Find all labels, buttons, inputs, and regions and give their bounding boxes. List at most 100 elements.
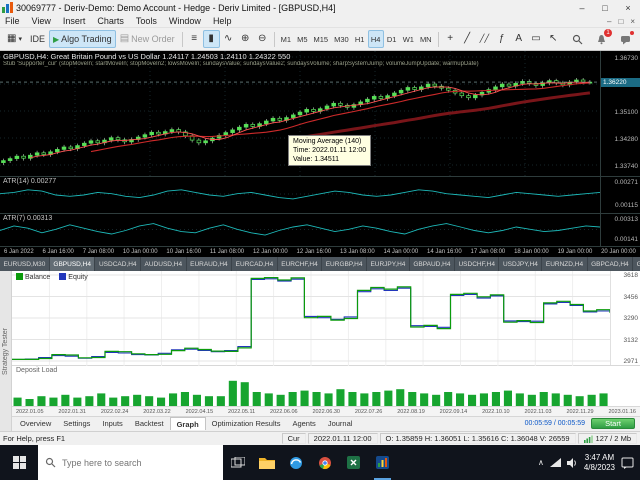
price-axis[interactable]: 1.367301.359101.351001.342801.33740 0.00… <box>600 51 640 246</box>
atr14-indicator-chart[interactable] <box>0 177 600 211</box>
tester-tab-journal[interactable]: Journal <box>322 417 359 430</box>
deposit-load-row[interactable]: Deposit Load <box>12 366 640 407</box>
tester-tab-settings[interactable]: Settings <box>57 417 96 430</box>
chart-minimize-button[interactable]: – <box>607 17 611 26</box>
tester-side-tab[interactable]: Strategy Tester <box>0 271 12 431</box>
tester-tab-backtest[interactable]: Backtest <box>129 417 170 430</box>
taskbar-search[interactable] <box>38 445 223 480</box>
volume-icon[interactable] <box>566 457 578 468</box>
bar-chart-type-button[interactable]: ≡ <box>186 30 203 48</box>
taskbar-icon-file-explorer[interactable] <box>252 445 281 480</box>
timeframe-d1[interactable]: D1 <box>384 30 400 48</box>
legend-swatch <box>59 273 67 280</box>
chart-area[interactable]: GBPUSD,H4: Great Britain Pound vs US Dol… <box>0 51 640 257</box>
shapes-button[interactable]: ▭ <box>527 30 544 48</box>
zoom-in-button[interactable]: ⊕ <box>237 30 254 48</box>
symbol-tab-eurjpy-h4[interactable]: EURJPY,H4 <box>367 257 410 271</box>
timeframe-m5[interactable]: M5 <box>294 30 310 48</box>
taskbar-clock[interactable]: 3:47 AM 4/8/2023 <box>584 453 615 473</box>
crosshair-button[interactable]: + <box>442 30 459 48</box>
tray-chevron-up-icon[interactable]: ∧ <box>538 458 544 467</box>
chevron-down-icon: ▾ <box>18 35 22 43</box>
menu-charts[interactable]: Charts <box>97 16 124 26</box>
fibonacci-button[interactable]: ƒ <box>493 30 510 48</box>
trendline-button[interactable]: ╱ <box>459 30 476 48</box>
timeframe-m15[interactable]: M15 <box>311 30 332 48</box>
minimize-button[interactable]: – <box>572 1 592 14</box>
menu-window[interactable]: Window <box>169 16 201 26</box>
symbol-tab-audusd-h4[interactable]: AUDUSD,H4 <box>141 257 187 271</box>
chart-restore-button[interactable]: □ <box>618 17 623 26</box>
tester-date-label: 2022.02.24 <box>100 408 129 415</box>
symbol-tab-usdjpy-h4[interactable]: USDJPY,H4 <box>499 257 543 271</box>
start-button[interactable]: Start <box>591 418 635 429</box>
search-button[interactable] <box>565 30 589 48</box>
symbol-tab-gbpaud-h4[interactable]: GBPAUD,H4 <box>410 257 455 271</box>
tester-graph-row[interactable]: Balance Equity 3618 3456 3290 3132 2971 <box>12 271 640 366</box>
menu-help[interactable]: Help <box>213 16 232 26</box>
tester-tab-graph[interactable]: Graph <box>169 417 206 430</box>
taskbar-icon-excel[interactable] <box>339 445 368 480</box>
tester-tab-agents[interactable]: Agents <box>286 417 321 430</box>
timeframe-m1[interactable]: M1 <box>278 30 294 48</box>
new-order-button[interactable]: ▤ New Order <box>116 30 179 48</box>
tester-tab-inputs[interactable]: Inputs <box>96 417 128 430</box>
line-chart-type-button[interactable]: ∿ <box>220 30 237 48</box>
algo-trading-button[interactable]: ▶ Algo Trading <box>48 30 116 48</box>
candle-chart-icon: ▮ <box>208 33 214 44</box>
symbol-tab-gbpcad-h4[interactable]: GBPCAD,H4 <box>588 257 634 271</box>
menu-file[interactable]: File <box>5 16 20 26</box>
maximize-button[interactable]: □ <box>595 1 615 14</box>
close-button[interactable]: × <box>618 1 638 14</box>
time-axis-label: 18 Jan 00:00 <box>514 249 549 255</box>
text-tool-button[interactable]: A <box>510 30 527 48</box>
tester-date-label: 2022.09.14 <box>439 408 468 415</box>
tester-tab-optimization-results[interactable]: Optimization Results <box>206 417 287 430</box>
timeframe-w1[interactable]: W1 <box>400 30 417 48</box>
status-field: Cur <box>281 433 306 444</box>
network-icon[interactable] <box>549 458 561 467</box>
atr7-indicator-chart[interactable] <box>0 214 600 245</box>
task-view-button[interactable] <box>223 445 252 480</box>
start-menu-button[interactable] <box>0 445 38 480</box>
symbol-tab-gbpchf-h4[interactable]: GBPCHF,H4 <box>633 257 640 271</box>
menu-tools[interactable]: Tools <box>136 16 157 26</box>
notifications-button[interactable]: 1 <box>589 29 613 48</box>
zoom-out-button[interactable]: ⊖ <box>254 30 271 48</box>
symbol-tab-eurgbp-h4[interactable]: EURGBP,H4 <box>322 257 367 271</box>
symbol-tab-euraud-h4[interactable]: EURAUD,H4 <box>187 257 233 271</box>
tester-tab-overview[interactable]: Overview <box>14 417 57 430</box>
arrows-button[interactable]: ↖ <box>545 30 562 48</box>
tester-date-label: 2022.04.15 <box>185 408 214 415</box>
symbol-tab-eurnzd-h4[interactable]: EURNZD,H4 <box>542 257 588 271</box>
symbol-tab-usdchf-h4[interactable]: USDCHF,H4 <box>455 257 500 271</box>
timeframe-mn[interactable]: MN <box>417 30 435 48</box>
menu-view[interactable]: View <box>32 16 51 26</box>
timeframe-h1[interactable]: H1 <box>352 30 368 48</box>
chart-time-axis[interactable]: 6 Jan 2022 6 Jan 16:00 7 Jan 08:00 10 Jan 0… <box>0 246 640 257</box>
balance-equity-chart[interactable] <box>12 271 610 366</box>
symbol-tab-gbpusd-h4[interactable]: GBPUSD,H4 <box>49 257 96 271</box>
taskbar-icon-metatrader[interactable] <box>368 445 397 480</box>
search-input[interactable] <box>62 457 192 468</box>
new-chart-button[interactable]: ▦ ▾ <box>3 30 26 48</box>
chart-close-button[interactable]: × <box>630 17 635 26</box>
symbol-tab-usdcad-h4[interactable]: USDCAD,H4 <box>95 257 142 271</box>
symbol-tab-eurchf-h4[interactable]: EURCHF,H4 <box>278 257 323 271</box>
chat-button[interactable] <box>613 30 637 48</box>
symbol-tab-eurcad-h4[interactable]: EURCAD,H4 <box>232 257 278 271</box>
time-axis-label: 17 Jan 08:00 <box>470 249 506 255</box>
candle-chart-type-button[interactable]: ▮ <box>202 30 220 48</box>
deposit-load-label: Deposit Load <box>16 367 58 374</box>
deposit-load-chart[interactable] <box>12 376 610 406</box>
tester-date-label: 2022.01.05 <box>16 408 44 415</box>
timeframe-m30[interactable]: M30 <box>331 30 352 48</box>
menu-insert[interactable]: Insert <box>63 16 86 26</box>
channel-button[interactable]: ╱╱ <box>476 30 494 48</box>
taskbar-icon-edge[interactable] <box>281 445 310 480</box>
ide-button[interactable]: IDE <box>26 30 49 48</box>
symbol-tab-eurusd-m30[interactable]: EURUSD,M30 <box>0 257 50 271</box>
taskbar-icon-chrome[interactable] <box>310 445 339 480</box>
action-center-icon[interactable] <box>621 457 634 469</box>
timeframe-h4[interactable]: H4 <box>367 30 384 48</box>
